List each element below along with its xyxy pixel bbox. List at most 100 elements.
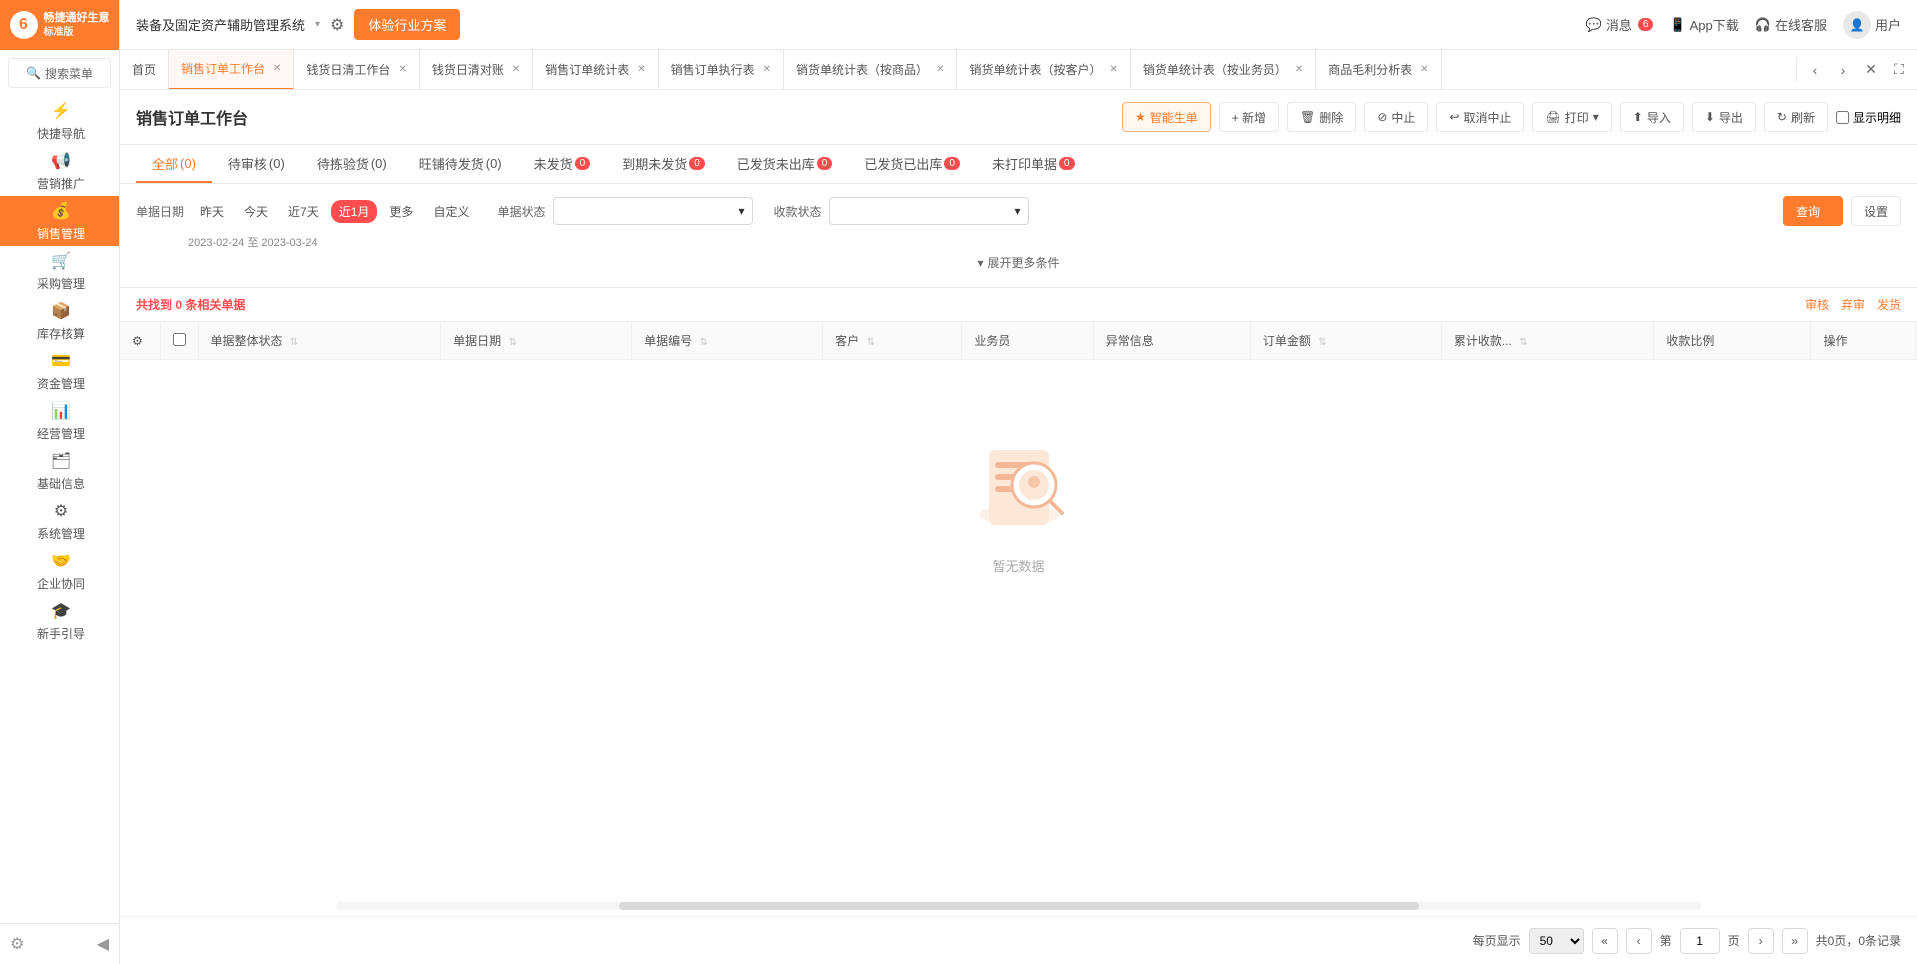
- sidebar-item-cooperation[interactable]: 🤝 企业协同: [0, 546, 119, 596]
- last-page-button[interactable]: »: [1782, 928, 1808, 954]
- refresh-button[interactable]: ↻ 刷新: [1764, 102, 1828, 132]
- sidebar-item-sales[interactable]: 💰 销售管理: [0, 196, 119, 246]
- tab-close-icon[interactable]: ✕: [637, 64, 645, 75]
- tab-sales-summary-staff[interactable]: 销货单统计表（按业务员） ✕: [1131, 50, 1316, 90]
- tab-close-icon[interactable]: ✕: [1109, 64, 1117, 75]
- collection-select[interactable]: ▾: [829, 197, 1029, 225]
- cancel-review-action[interactable]: 弃审: [1841, 296, 1865, 313]
- date-option-7days[interactable]: 近7天: [280, 200, 327, 223]
- app-download-action[interactable]: 📱 App下载: [1669, 15, 1738, 34]
- tab-sales-summary-product[interactable]: 销货单统计表（按商品） ✕: [784, 50, 957, 90]
- select-all-checkbox[interactable]: [173, 333, 186, 346]
- th-operation: 操作: [1811, 322, 1917, 360]
- delete-button[interactable]: 🗑 删除: [1287, 102, 1356, 132]
- sidebar-item-finance[interactable]: 💳 资金管理: [0, 346, 119, 396]
- filter-tab-not-printed[interactable]: 未打印单据 0: [976, 145, 1091, 183]
- smart-create-button[interactable]: ★ 智能生单: [1122, 102, 1211, 132]
- review-action[interactable]: 审核: [1805, 296, 1829, 313]
- date-option-more[interactable]: 更多: [381, 200, 421, 223]
- add-button[interactable]: + 新增: [1219, 102, 1279, 132]
- filter-tab-all[interactable]: 全部 (0): [136, 145, 212, 183]
- tab-sales-summary-customer[interactable]: 销货单统计表（按客户） ✕: [957, 50, 1130, 90]
- user-action[interactable]: 👤 用户: [1843, 11, 1901, 39]
- page-input[interactable]: [1680, 928, 1720, 954]
- ship-action[interactable]: 发货: [1877, 296, 1901, 313]
- status-label: 单据状态: [497, 203, 545, 220]
- import-button[interactable]: ⬆ 导入: [1620, 102, 1684, 132]
- filter-tab-not-shipped[interactable]: 未发货 0: [518, 145, 607, 183]
- prev-page-button[interactable]: ‹: [1626, 928, 1652, 954]
- tab-close-icon[interactable]: ✕: [1295, 64, 1303, 75]
- settings-search-button[interactable]: 设置: [1851, 196, 1901, 226]
- system-dropdown-icon[interactable]: ▾: [315, 19, 320, 30]
- collapse-icon[interactable]: ◀: [97, 934, 109, 954]
- show-detail-checkbox[interactable]: [1836, 111, 1849, 124]
- expand-button[interactable]: ▾ 展开更多条件: [969, 250, 1067, 275]
- handshake-icon: 🤝: [51, 551, 71, 571]
- tab-close-icon[interactable]: ✕: [512, 64, 520, 75]
- date-option-yesterday[interactable]: 昨天: [192, 200, 232, 223]
- page-title: 销售订单工作台: [136, 105, 248, 129]
- tab-close-icon[interactable]: ✕: [763, 64, 771, 75]
- sidebar-item-label: 新手引导: [37, 625, 85, 642]
- search-menu-button[interactable]: 🔍 搜索菜单: [8, 58, 111, 88]
- sidebar-item-basic-info[interactable]: 🗂 基础信息: [0, 446, 119, 496]
- first-page-button[interactable]: «: [1592, 928, 1618, 954]
- th-checkbox: [160, 322, 198, 360]
- message-action[interactable]: 💬 消息 6: [1586, 15, 1654, 34]
- tab-prev-button[interactable]: ‹: [1803, 58, 1827, 82]
- filter-tab-shipped-out[interactable]: 已发货已出库 0: [848, 145, 976, 183]
- tab-cash-daily[interactable]: 钱货日清工作台 ✕: [294, 50, 419, 90]
- tab-sales-exec[interactable]: 销售订单执行表 ✕: [659, 50, 784, 90]
- search-button[interactable]: 查询: [1783, 196, 1843, 226]
- tab-close-icon[interactable]: ✕: [273, 63, 281, 74]
- tab-close-all-button[interactable]: ✕: [1859, 58, 1883, 82]
- sidebar-item-label: 系统管理: [37, 525, 85, 542]
- sidebar-item-inventory[interactable]: 📦 库存核算: [0, 296, 119, 346]
- chevron-down-icon: ▾: [1014, 204, 1020, 218]
- settings-icon[interactable]: ⚙: [330, 15, 344, 35]
- date-option-today[interactable]: 今天: [236, 200, 276, 223]
- tab-home[interactable]: 首页: [120, 50, 169, 90]
- sidebar-item-operations[interactable]: 📊 经营管理: [0, 396, 119, 446]
- show-detail-label[interactable]: 显示明细: [1836, 109, 1901, 126]
- date-option-custom[interactable]: 自定义: [425, 200, 477, 223]
- sidebar-item-purchase[interactable]: 🛒 采购管理: [0, 246, 119, 296]
- date-option-1month[interactable]: 近1月: [331, 200, 378, 223]
- tab-close-icon[interactable]: ✕: [1420, 64, 1428, 75]
- tab-sales-order[interactable]: 销售订单工作台 ✕: [169, 50, 294, 90]
- export-button[interactable]: ⬇ 导出: [1692, 102, 1756, 132]
- graduation-icon: 🎓: [51, 601, 71, 621]
- scrollbar-thumb[interactable]: [619, 902, 1419, 910]
- cancel-stop-button[interactable]: ↩ 取消中止: [1436, 102, 1524, 132]
- filter-tab-pending-inspect[interactable]: 待拣验货 (0): [301, 145, 403, 183]
- stop-button[interactable]: ⊘ 中止: [1364, 102, 1428, 132]
- print-icon: 🖨: [1545, 110, 1560, 124]
- online-service-action[interactable]: 🎧 在线客服: [1755, 15, 1827, 34]
- trial-button[interactable]: 体验行业方案: [354, 9, 460, 40]
- filter-tab-pending-review[interactable]: 待审核 (0): [212, 145, 301, 183]
- filter-tab-overdue-ship[interactable]: 到期未发货 0: [606, 145, 721, 183]
- table-count: 共找到 0 条相关单据: [136, 296, 245, 313]
- tab-close-icon[interactable]: ✕: [936, 64, 944, 75]
- tab-fullscreen-button[interactable]: ⛶: [1887, 58, 1911, 82]
- next-page-button[interactable]: ›: [1748, 928, 1774, 954]
- settings-bottom-icon[interactable]: ⚙: [10, 934, 24, 954]
- sidebar-item-marketing[interactable]: 📢 营销推广: [0, 146, 119, 196]
- avatar: 👤: [1843, 11, 1871, 39]
- sidebar-item-guide[interactable]: 🎓 新手引导: [0, 596, 119, 646]
- tab-close-icon[interactable]: ✕: [398, 64, 406, 75]
- status-select[interactable]: ▾: [553, 197, 753, 225]
- filter-tab-wangpu-pending[interactable]: 旺铺待发货 (0): [403, 145, 518, 183]
- tab-sales-stats[interactable]: 销售订单统计表 ✕: [533, 50, 658, 90]
- sidebar-item-quick-nav[interactable]: ⚡ 快捷导航: [0, 96, 119, 146]
- tab-gross-profit[interactable]: 商品毛利分析表 ✕: [1316, 50, 1441, 90]
- tab-cash-reconcile[interactable]: 钱货日清对账 ✕: [420, 50, 533, 90]
- sidebar-item-system[interactable]: ⚙ 系统管理: [0, 496, 119, 546]
- page-size-select[interactable]: 50 100 200: [1529, 928, 1584, 954]
- tab-next-button[interactable]: ›: [1831, 58, 1855, 82]
- filter-tab-shipped-not-out[interactable]: 已发货未出库 0: [721, 145, 849, 183]
- not-shipped-badge: 0: [575, 157, 591, 170]
- settings-columns-icon[interactable]: ⚙: [132, 334, 143, 348]
- print-button[interactable]: 🖨 打印 ▾: [1532, 102, 1611, 132]
